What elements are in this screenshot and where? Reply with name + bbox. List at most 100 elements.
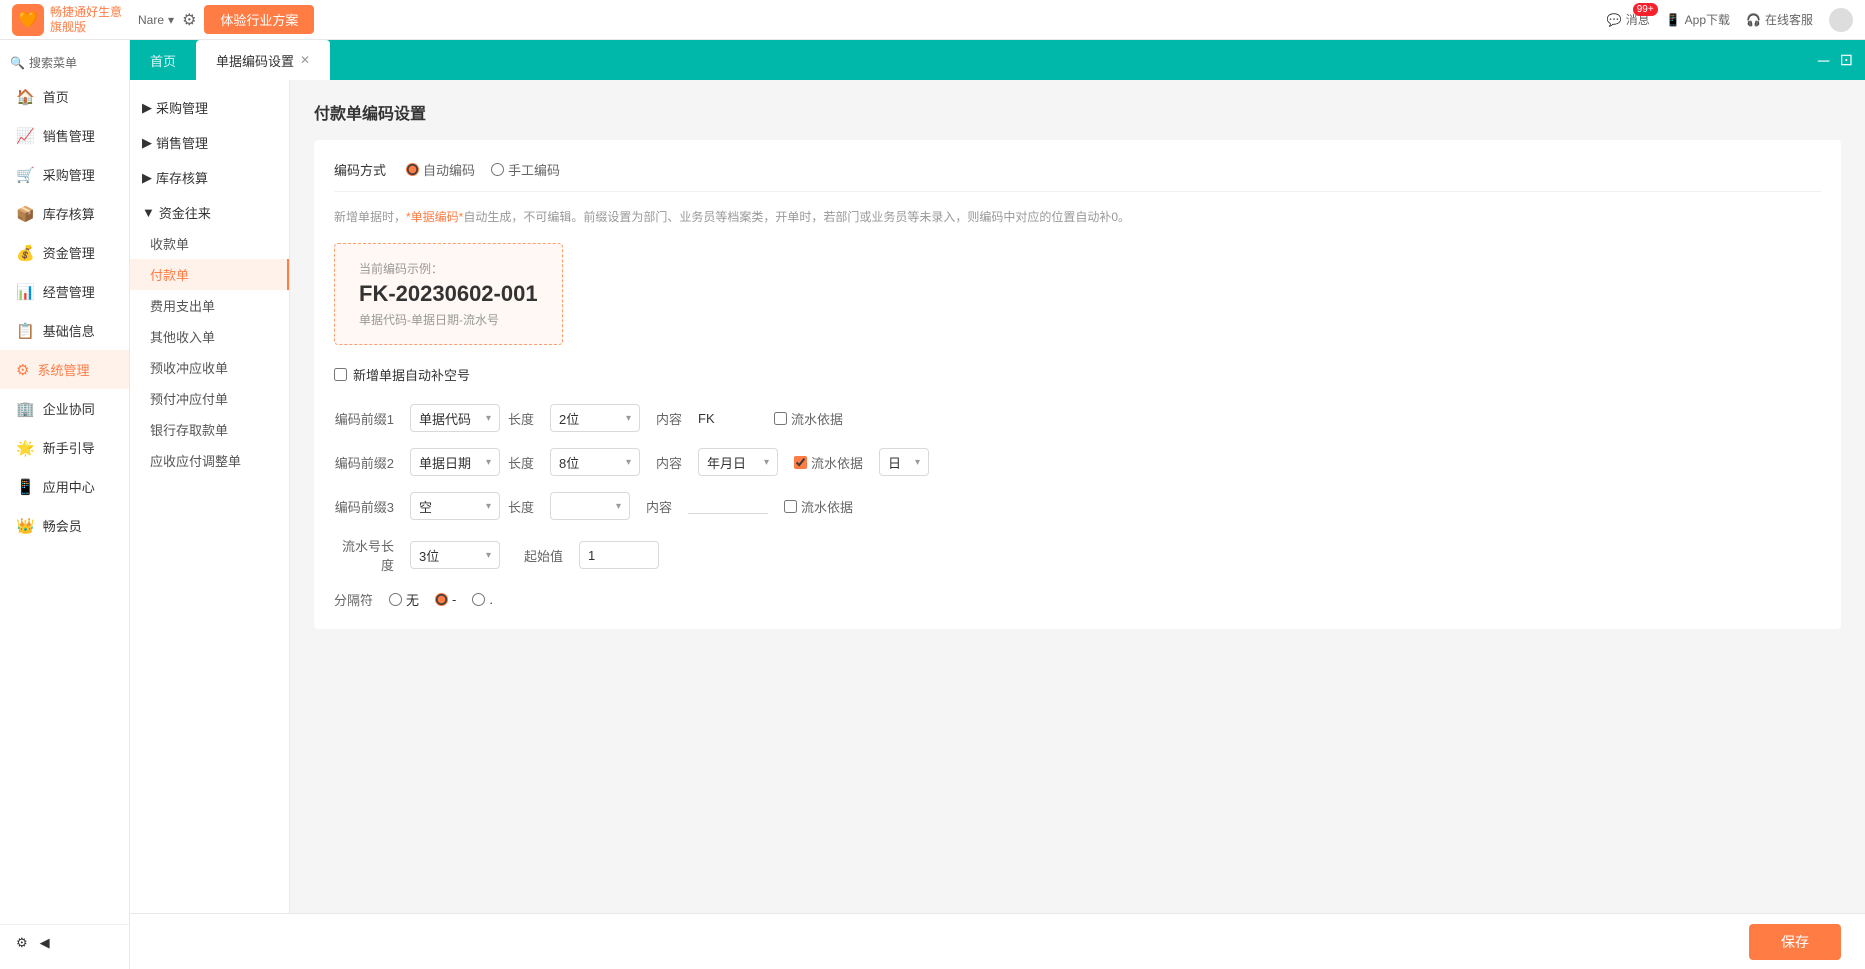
chevron-right-icon: ▶ <box>142 100 152 116</box>
auto-fill-label: 新增单据自动补空号 <box>353 365 470 384</box>
sidebar-collapse-icon[interactable]: ◀ <box>40 935 50 951</box>
auto-fill-row: 新增单据自动补空号 <box>334 365 1821 384</box>
sidebar-group-inventory-header[interactable]: ▶ 库存核算 <box>130 162 289 193</box>
prefix2-length-select[interactable]: 8位 ▾ <box>550 448 640 476</box>
manual-encoding-radio[interactable]: 手工编码 <box>491 160 560 179</box>
sidebar-item-guide[interactable]: 🌟 新手引导 <box>0 428 129 467</box>
separator-none-radio[interactable]: 无 <box>389 590 419 609</box>
prefix1-serial-input[interactable] <box>774 412 787 425</box>
sidebar-item-sales[interactable]: 📈 销售管理 <box>0 116 129 155</box>
top-bar: 🧡 畅捷通好生意 旗舰版 Nare ▾ ⚙ 体验行业方案 💬 消息 99+ 📱 … <box>0 0 1865 40</box>
serial-length-label: 流水号长度 <box>334 536 394 574</box>
member-icon: 👑 <box>16 517 35 535</box>
chevron-down-icon: ▼ <box>142 205 155 220</box>
operation-icon: 📊 <box>16 283 35 301</box>
message-button[interactable]: 💬 消息 99+ <box>1607 11 1650 28</box>
tab-expand-icon[interactable]: ⊡ <box>1840 50 1853 70</box>
separator-dot-radio[interactable]: . <box>472 592 493 607</box>
sidebar-item-bank-deposit[interactable]: 银行存取款单 <box>130 414 289 445</box>
sidebar-item-ar-ap-adjust[interactable]: 应收应付调整单 <box>130 445 289 476</box>
sidebar-item-system[interactable]: ⚙ 系统管理 <box>0 350 129 389</box>
sidebar-item-enterprise[interactable]: 🏢 企业协同 <box>0 389 129 428</box>
prefix2-select[interactable]: 单据日期 ▾ <box>410 448 500 476</box>
start-value-input[interactable] <box>579 541 659 569</box>
logo-text: 畅捷通好生意 旗舰版 <box>50 5 122 34</box>
chevron-down-icon: ▾ <box>915 457 920 468</box>
sidebar-item-purchase[interactable]: 🛒 采购管理 <box>0 155 129 194</box>
sidebar-item-appcenter[interactable]: 📱 应用中心 <box>0 467 129 506</box>
home-icon: 🏠 <box>16 88 35 106</box>
manual-encoding-input[interactable] <box>491 163 504 176</box>
chevron-down-icon: ▾ <box>486 501 491 512</box>
separator-dash-radio[interactable]: - <box>435 592 456 607</box>
sidebar-settings-icon[interactable]: ⚙ <box>16 935 28 951</box>
sidebar-item-home[interactable]: 🏠 首页 <box>0 77 129 116</box>
tab-close-icon[interactable]: ✕ <box>300 53 310 67</box>
tab-encoding-settings[interactable]: 单据编码设置 ✕ <box>196 40 330 80</box>
sidebar-item-member[interactable]: 👑 畅会员 <box>0 506 129 545</box>
prefix1-content-label: 内容 <box>656 409 682 428</box>
prefix3-serial-input[interactable] <box>784 500 797 513</box>
sidebar-item-other-income[interactable]: 其他收入单 <box>130 321 289 352</box>
serial-length-select[interactable]: 3位 ▾ <box>410 541 500 569</box>
bottom-bar: 保存 <box>130 913 1865 969</box>
sidebar-item-label: 畅会员 <box>43 516 82 535</box>
secondary-sidebar: ▶ 采购管理 ▶ 销售管理 ▶ 库存核算 <box>130 80 290 913</box>
prefix1-length-select[interactable]: 2位 ▾ <box>550 404 640 432</box>
prefix1-select[interactable]: 单据代码 ▾ <box>410 404 500 432</box>
prefix3-length-label: 长度 <box>508 497 534 516</box>
separator-none-input[interactable] <box>389 593 402 606</box>
sidebar-item-label: 企业协同 <box>43 399 95 418</box>
sidebar-search[interactable]: 🔍 搜索菜单 <box>0 48 129 77</box>
prefix1-length-label: 长度 <box>508 409 534 428</box>
prefix1-serial-checkbox: 流水依据 <box>774 409 843 428</box>
sidebar-item-prepayment-receivable[interactable]: 预收冲应收单 <box>130 352 289 383</box>
separator-dash-input[interactable] <box>435 593 448 606</box>
settings-icon[interactable]: ⚙ <box>182 10 196 30</box>
sidebar-item-base[interactable]: 📋 基础信息 <box>0 311 129 350</box>
sidebar-item-receipt[interactable]: 收款单 <box>130 228 289 259</box>
chevron-down-icon: ▾ <box>168 13 174 27</box>
prefix2-serial-input[interactable] <box>794 456 807 469</box>
sidebar-group-sales-header[interactable]: ▶ 销售管理 <box>130 127 289 158</box>
sidebar-item-label: 资金管理 <box>43 243 95 262</box>
nav-tabs: 首页 单据编码设置 ✕ － ⊡ <box>130 40 1865 80</box>
sidebar-item-payment[interactable]: 付款单 <box>130 259 289 290</box>
avatar[interactable] <box>1829 8 1853 32</box>
online-service-button[interactable]: 🎧 在线客服 <box>1746 11 1813 28</box>
sidebar-bottom: ⚙ ◀ <box>0 924 129 961</box>
app-download-button[interactable]: 📱 App下载 <box>1666 11 1730 28</box>
auto-encoding-input[interactable] <box>406 163 419 176</box>
sidebar-item-label: 销售管理 <box>43 126 95 145</box>
trial-button[interactable]: 体验行业方案 <box>204 5 314 34</box>
sidebar-item-finance[interactable]: 💰 资金管理 <box>0 233 129 272</box>
auto-fill-checkbox[interactable] <box>334 368 347 381</box>
tab-home[interactable]: 首页 <box>130 40 196 80</box>
sidebar-item-operation[interactable]: 📊 经营管理 <box>0 272 129 311</box>
message-icon: 💬 <box>1607 13 1622 27</box>
logo-icon: 🧡 <box>12 4 44 36</box>
prefix2-content-select[interactable]: 年月日 ▾ <box>698 448 778 476</box>
system-icon: ⚙ <box>16 361 29 379</box>
finance-icon: 💰 <box>16 244 35 262</box>
sidebar-item-label: 基础信息 <box>43 321 95 340</box>
guide-icon: 🌟 <box>16 439 35 457</box>
tab-minimize-icon[interactable]: － <box>1816 48 1832 72</box>
separator-dot-input[interactable] <box>472 593 485 606</box>
sidebar-item-expense[interactable]: 费用支出单 <box>130 290 289 321</box>
sidebar-group-capital-header[interactable]: ▼ 资金往来 <box>130 197 289 228</box>
chevron-down-icon: ▾ <box>626 457 631 468</box>
code-preview-sub: 单据代码-单据日期-流水号 <box>359 311 538 328</box>
prefix-row-3: 编码前缀3 空 ▾ 长度 ▾ 内容 <box>334 492 1821 520</box>
prefix3-select[interactable]: 空 ▾ <box>410 492 500 520</box>
company-selector[interactable]: Nare ▾ <box>138 13 174 27</box>
prefix3-length-select[interactable]: ▾ <box>550 492 630 520</box>
prefix2-serial-unit-select[interactable]: 日 ▾ <box>879 448 929 476</box>
settings-card: 编码方式 自动编码 手工编码 <box>314 140 1841 629</box>
sidebar-group-purchase-header[interactable]: ▶ 采购管理 <box>130 92 289 123</box>
prefix2-label: 编码前缀2 <box>334 453 394 472</box>
auto-encoding-radio[interactable]: 自动编码 <box>406 160 475 179</box>
sidebar-item-inventory[interactable]: 📦 库存核算 <box>0 194 129 233</box>
save-button[interactable]: 保存 <box>1749 924 1841 960</box>
sidebar-item-prepayment-payable[interactable]: 预付冲应付单 <box>130 383 289 414</box>
